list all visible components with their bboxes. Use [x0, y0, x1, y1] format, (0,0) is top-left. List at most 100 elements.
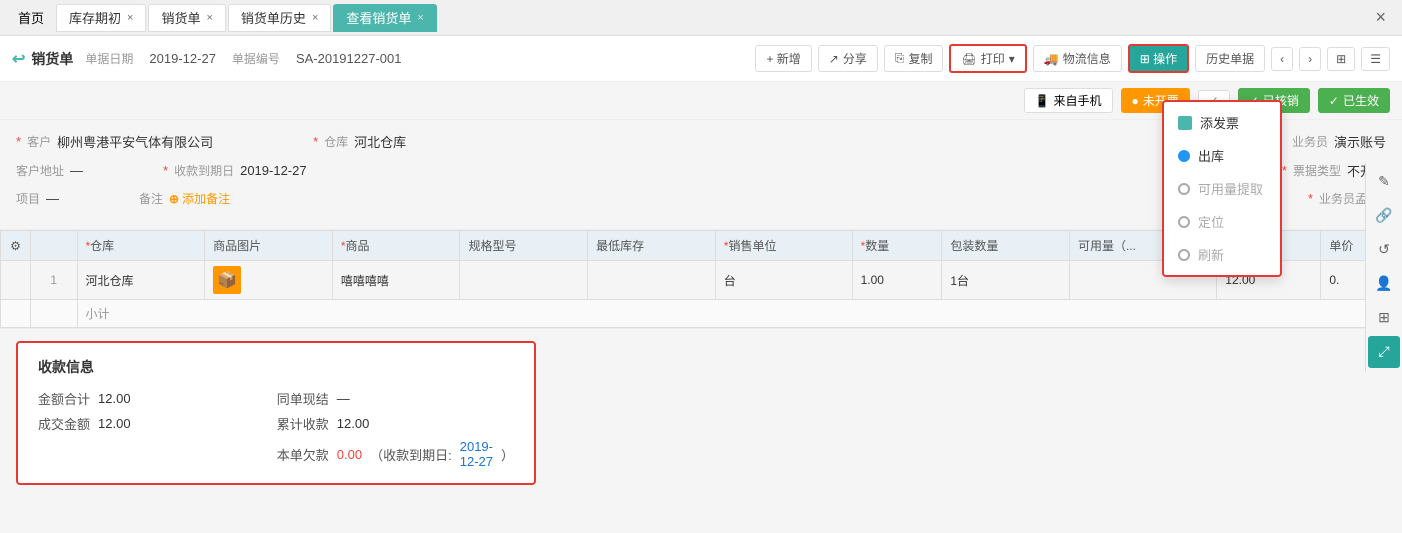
print-icon: 🖨	[961, 52, 976, 66]
locate-icon	[1178, 216, 1190, 228]
owed-row: 本单欠款 0.00 （收款到期日: 2019-12-27 ）	[277, 439, 514, 469]
warehouse-value: 河北仓库	[354, 132, 406, 151]
logistics-button[interactable]: 🚚 物流信息	[1033, 45, 1122, 72]
phone-icon: 📱	[1035, 94, 1050, 108]
tab-check-sales-close[interactable]: ×	[417, 12, 423, 24]
product-image: 📦	[213, 266, 241, 294]
row-unit-cell: 台	[715, 261, 852, 300]
from-phone-button[interactable]: 📱 来自手机	[1024, 88, 1113, 113]
project-label: 项目	[16, 190, 40, 207]
owed-label: 本单欠款	[277, 445, 329, 464]
history-button[interactable]: 历史单据	[1195, 45, 1265, 72]
subtotal-settings-cell	[1, 300, 31, 328]
no-label: 单据编号	[232, 50, 280, 67]
salesperson2-label: 业务员孟	[1319, 190, 1367, 207]
available-qty-icon	[1178, 183, 1190, 195]
ticket-required: *	[1282, 163, 1287, 178]
doc-type-label: 销货单	[31, 49, 73, 69]
doc-meta: 单据日期 2019-12-27 单据编号 SA-20191227-001	[85, 50, 401, 67]
customer-value: 柳州粤港平安气体有限公司	[57, 132, 213, 151]
th-warehouse: *仓库	[77, 231, 205, 261]
total-value: 12.00	[98, 391, 131, 406]
same-order-value: —	[337, 391, 350, 406]
sidebar-user-btn[interactable]: 👤	[1368, 268, 1400, 300]
sidebar-link-btn[interactable]: 🔗	[1368, 200, 1400, 232]
th-product-img: 商品图片	[205, 231, 333, 261]
date-label: 单据日期	[85, 50, 133, 67]
row-spec-cell	[460, 261, 588, 300]
dropdown-refresh[interactable]: 刷新	[1164, 238, 1280, 271]
dropdown-available-qty[interactable]: 可用量提取	[1164, 172, 1280, 205]
effective-button[interactable]: ✓ 已生效	[1318, 88, 1390, 113]
same-order-row: 同单现结 —	[277, 389, 514, 408]
owed-close: ）	[501, 445, 514, 464]
nav-next-button[interactable]: ›	[1299, 47, 1321, 71]
tab-inventory-init-close[interactable]: ×	[127, 12, 133, 24]
dropdown-locate[interactable]: 定位	[1164, 205, 1280, 238]
deal-value: 12.00	[98, 416, 131, 431]
salesperson2-required: *	[1308, 191, 1313, 206]
dropdown-ship-out[interactable]: 出库	[1164, 139, 1280, 172]
row-min-stock-cell	[588, 261, 716, 300]
dropdown-add-invoice[interactable]: 添发票	[1164, 106, 1280, 139]
new-button[interactable]: + 新增	[755, 45, 811, 72]
view-list-button[interactable]: ☰	[1361, 47, 1390, 71]
deal-label: 成交金额	[38, 414, 90, 433]
share-button[interactable]: ↗ 分享	[818, 45, 878, 72]
customer-label: 客户	[27, 133, 51, 150]
customer-field: * 客户 柳州粤港平安气体有限公司	[16, 132, 213, 151]
print-dropdown-icon: ▾	[1009, 52, 1015, 66]
ship-out-icon	[1178, 150, 1190, 162]
tab-sales-history[interactable]: 销货单历史 ×	[228, 4, 331, 32]
doc-date: 2019-12-27	[149, 51, 216, 66]
sidebar-table-btn[interactable]: ⊞	[1368, 302, 1400, 334]
subtotal-label-cell: 小计	[77, 300, 1402, 328]
warehouse-label: 仓库	[324, 133, 348, 150]
project-value: —	[46, 191, 59, 206]
plus-icon: ⊕	[169, 192, 179, 206]
copy-icon: ⎘	[895, 51, 905, 66]
subtotal-seq-cell	[31, 300, 78, 328]
sidebar-expand-btn[interactable]: ⤢	[1368, 336, 1400, 368]
tab-home-label: 首页	[18, 11, 44, 26]
note-label: 备注	[139, 190, 163, 207]
add-note-button[interactable]: ⊕ 添加备注	[169, 190, 230, 207]
operations-button[interactable]: ⊞ 操作	[1128, 44, 1189, 73]
doc-number: SA-20191227-001	[296, 51, 402, 66]
circle-icon: ●	[1132, 94, 1139, 108]
tab-home[interactable]: 首页	[8, 8, 54, 27]
payment-date-required: *	[163, 163, 168, 178]
window-close-button[interactable]: ×	[1367, 7, 1394, 28]
tab-sales-history-close[interactable]: ×	[312, 12, 318, 24]
print-button[interactable]: 🖨 打印 ▾	[949, 44, 1026, 73]
payment-section: 收款信息 金额合计 12.00 同单现结 — 成交金额 12.00 累计收款 1…	[16, 341, 536, 485]
tab-check-sales[interactable]: 查看销货单 ×	[333, 4, 436, 32]
deal-row: 成交金额 12.00	[38, 414, 257, 433]
address-value: —	[70, 163, 83, 178]
th-spec: 规格型号	[460, 231, 588, 261]
th-settings[interactable]: ⚙	[1, 231, 31, 261]
copy-button[interactable]: ⎘ 复制	[884, 45, 944, 72]
th-seq	[31, 231, 78, 261]
truck-icon: 🚚	[1044, 52, 1059, 66]
tab-sales-order[interactable]: 销货单 ×	[148, 4, 225, 32]
tab-sales-order-close[interactable]: ×	[206, 12, 212, 24]
total-row: 金额合计 12.00	[38, 389, 257, 408]
right-sidebar: ✎ 🔗 ↺ 👤 ⊞ ⤢	[1365, 162, 1402, 372]
payment-title: 收款信息	[38, 357, 514, 377]
row-product-img-cell: 📦	[205, 261, 333, 300]
salesperson-value: 演示账号	[1334, 132, 1386, 151]
address-field: 客户地址 —	[16, 162, 83, 179]
refresh-icon	[1178, 249, 1190, 261]
cumulative-row: 累计收款 12.00	[277, 414, 514, 433]
sidebar-edit-btn[interactable]: ✎	[1368, 166, 1400, 198]
view-grid-button[interactable]: ⊞	[1327, 47, 1355, 71]
grid-icon: ⊞	[1140, 52, 1150, 66]
address-label: 客户地址	[16, 162, 64, 179]
project-field: 项目 —	[16, 190, 59, 207]
customer-required: *	[16, 134, 21, 149]
row-product-cell: 嘻嘻嘻嘻	[332, 261, 460, 300]
nav-prev-button[interactable]: ‹	[1271, 47, 1293, 71]
tab-inventory-init[interactable]: 库存期初 ×	[56, 4, 146, 32]
sidebar-reload-btn[interactable]: ↺	[1368, 234, 1400, 266]
